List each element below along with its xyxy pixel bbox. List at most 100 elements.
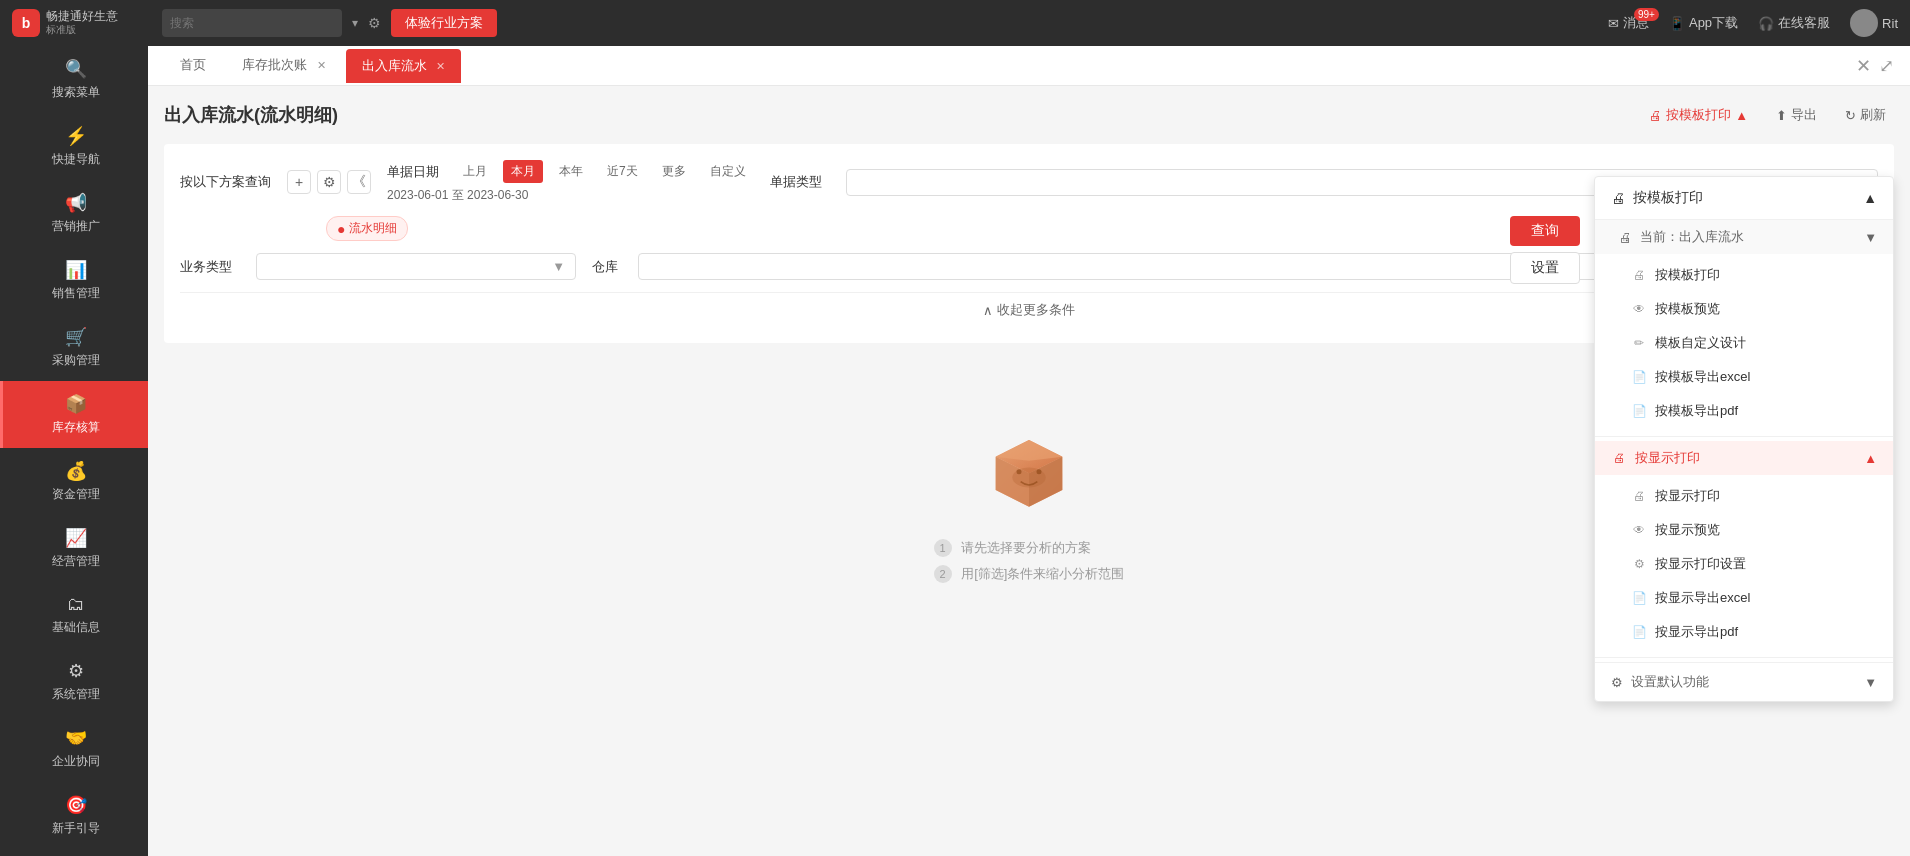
dropdown-footer-label: 设置默认功能 bbox=[1631, 673, 1709, 691]
export-btn[interactable]: ⬆ 导出 bbox=[1768, 102, 1825, 128]
industry-btn[interactable]: 体验行业方案 bbox=[391, 9, 497, 37]
dropdown-header-icon: 🖨 bbox=[1611, 190, 1625, 206]
sidebar-item-guide[interactable]: 🎯 新手引导 bbox=[0, 782, 148, 849]
app-download-icon: 📱 bbox=[1669, 16, 1685, 31]
sidebar-item-coop[interactable]: 🤝 企业协同 bbox=[0, 715, 148, 782]
date-opt-7days[interactable]: 近7天 bbox=[599, 160, 646, 183]
sidebar-item-sales[interactable]: 📊 销售管理 bbox=[0, 247, 148, 314]
search-menu-icon: 🔍 bbox=[65, 58, 87, 80]
filter-search-label: 按以下方案查询 bbox=[180, 173, 271, 191]
sidebar-item-purchase[interactable]: 🛒 采购管理 bbox=[0, 314, 148, 381]
filter-add-btn[interactable]: + bbox=[287, 170, 311, 194]
template-print-btn[interactable]: 🖨 按模板打印 ▲ bbox=[1641, 102, 1756, 128]
display-print-icon: 🖨 bbox=[1631, 488, 1647, 504]
finance-icon: 💰 bbox=[65, 460, 87, 482]
dropdown-item-display-print[interactable]: 🖨 按显示打印 bbox=[1595, 479, 1893, 513]
dropdown-sub-header-current[interactable]: 🖨 当前：出入库流水 ▼ bbox=[1595, 220, 1893, 254]
dropdown-item-template-pdf[interactable]: 📄 按模板导出pdf bbox=[1595, 394, 1893, 428]
date-opt-custom[interactable]: 自定义 bbox=[702, 160, 754, 183]
dropdown-display-section-header[interactable]: 🖨 按显示打印 ▲ bbox=[1595, 441, 1893, 475]
sidebar-item-finance[interactable]: 💰 资金管理 bbox=[0, 448, 148, 515]
query-btn[interactable]: 查询 bbox=[1510, 216, 1580, 246]
dropdown-display-section: 🖨 按显示打印 👁 按显示预览 ⚙ 按显示打印设置 📄 按显示导出excel bbox=[1595, 475, 1893, 653]
sidebar-item-marketing[interactable]: 📢 营销推广 bbox=[0, 180, 148, 247]
sidebar-item-appcenter[interactable]: 🔲 应用中心 bbox=[0, 849, 148, 856]
sidebar-item-shortcut[interactable]: ⚡ 快捷导航 bbox=[0, 113, 148, 180]
empty-tips: 1 请先选择要分析的方案 2 用[筛选]条件来缩小分析范围 bbox=[934, 535, 1125, 587]
template-preview-icon: 👁 bbox=[1631, 301, 1647, 317]
tab-close-inventory-batch[interactable]: ✕ bbox=[317, 59, 326, 71]
online-service-btn[interactable]: 🎧 在线客服 bbox=[1758, 14, 1830, 32]
dropdown-header-arrow: ▲ bbox=[1863, 190, 1877, 206]
sidebar-label-inventory: 库存核算 bbox=[52, 419, 100, 436]
topbar-right: ✉ 消息 99+ 📱 App下载 🎧 在线客服 Rit bbox=[1608, 9, 1898, 37]
dropdown-item-template-print[interactable]: 🖨 按模板打印 bbox=[1595, 258, 1893, 292]
date-label: 单据日期 bbox=[387, 163, 447, 181]
dropdown-current-label: 当前：出入库流水 bbox=[1640, 228, 1744, 246]
dropdown-panel: 🖨 按模板打印 ▲ 🖨 当前：出入库流水 ▼ bbox=[1594, 176, 1894, 702]
dropdown-footer[interactable]: ⚙ 设置默认功能 ▼ bbox=[1595, 662, 1893, 701]
settings-btn[interactable]: 设置 bbox=[1510, 252, 1580, 284]
dropdown-item-display-pdf[interactable]: 📄 按显示导出pdf bbox=[1595, 615, 1893, 649]
display-pdf-icon: 📄 bbox=[1631, 624, 1647, 640]
display-preview-icon: 👁 bbox=[1631, 522, 1647, 538]
guide-icon: 🎯 bbox=[65, 794, 87, 816]
filter-collapse-btn[interactable]: 《 bbox=[347, 170, 371, 194]
topbar-gear-icon[interactable]: ⚙ bbox=[368, 15, 381, 31]
dropdown-item-template-design[interactable]: ✏ 模板自定义设计 bbox=[1595, 326, 1893, 360]
date-opt-this-year[interactable]: 本年 bbox=[551, 160, 591, 183]
date-opt-this-month[interactable]: 本月 bbox=[503, 160, 543, 183]
sidebar: 🔍 搜索菜单 ⚡ 快捷导航 📢 营销推广 📊 销售管理 🛒 采购管理 📦 库存核… bbox=[0, 46, 148, 856]
search-input[interactable] bbox=[162, 9, 342, 37]
sidebar-label-marketing: 营销推广 bbox=[52, 218, 100, 235]
app-download-btn[interactable]: 📱 App下载 bbox=[1669, 14, 1738, 32]
user-name: Rit bbox=[1882, 16, 1898, 31]
filter-settings-btn[interactable]: ⚙ bbox=[317, 170, 341, 194]
message-btn[interactable]: ✉ 消息 99+ bbox=[1608, 14, 1649, 32]
dropdown-item-display-excel[interactable]: 📄 按显示导出excel bbox=[1595, 581, 1893, 615]
svg-point-6 bbox=[1017, 469, 1022, 474]
sidebar-item-search[interactable]: 🔍 搜索菜单 bbox=[0, 46, 148, 113]
dropdown-header[interactable]: 🖨 按模板打印 ▲ bbox=[1595, 177, 1893, 220]
filter-tag-flow[interactable]: ● 流水明细 bbox=[326, 216, 408, 241]
dropdown-item-display-settings[interactable]: ⚙ 按显示打印设置 bbox=[1595, 547, 1893, 581]
business-type-select[interactable]: ▼ bbox=[256, 253, 576, 280]
window-close-btn[interactable]: ✕ bbox=[1856, 55, 1871, 77]
refresh-icon: ↻ bbox=[1845, 108, 1856, 123]
dropdown-footer-arrow: ▼ bbox=[1864, 675, 1877, 690]
dropdown-item-template-excel[interactable]: 📄 按模板导出excel bbox=[1595, 360, 1893, 394]
tab-home[interactable]: 首页 bbox=[164, 48, 222, 84]
page-actions: 🖨 按模板打印 ▲ ⬆ 导出 ↻ 刷新 bbox=[1641, 102, 1894, 128]
logo-area: b 畅捷通好生意 标准版 bbox=[12, 9, 152, 37]
tab-close-in-out-flow[interactable]: ✕ bbox=[436, 60, 445, 72]
page-header: 出入库流水(流水明细) 🖨 按模板打印 ▲ ⬆ 导出 ↻ 刷新 bbox=[164, 102, 1894, 128]
date-opt-last-month[interactable]: 上月 bbox=[455, 160, 495, 183]
sidebar-label-system: 系统管理 bbox=[52, 686, 100, 703]
filter-tag-label: 流水明细 bbox=[349, 220, 397, 237]
window-expand-btn[interactable]: ⤢ bbox=[1879, 55, 1894, 77]
sidebar-item-system[interactable]: ⚙ 系统管理 bbox=[0, 648, 148, 715]
sidebar-label-guide: 新手引导 bbox=[52, 820, 100, 837]
sidebar-item-inventory[interactable]: 📦 库存核算 bbox=[0, 381, 148, 448]
voucher-type-label: 单据类型 bbox=[770, 173, 830, 191]
dropdown-item-template-preview[interactable]: 👁 按模板预览 bbox=[1595, 292, 1893, 326]
system-icon: ⚙ bbox=[68, 660, 84, 682]
refresh-btn[interactable]: ↻ 刷新 bbox=[1837, 102, 1894, 128]
sidebar-item-basic[interactable]: 🗂 基础信息 bbox=[0, 582, 148, 648]
tab-inventory-batch[interactable]: 库存批次账 ✕ bbox=[226, 48, 342, 84]
sidebar-label-shortcut: 快捷导航 bbox=[52, 151, 100, 168]
sidebar-item-operations[interactable]: 📈 经营管理 bbox=[0, 515, 148, 582]
tab-in-out-flow[interactable]: 出入库流水 ✕ bbox=[346, 49, 462, 83]
operations-icon: 📈 bbox=[65, 527, 87, 549]
date-opt-more[interactable]: 更多 bbox=[654, 160, 694, 183]
app-name: 畅捷通好生意 bbox=[46, 9, 118, 23]
dropdown-item-display-preview[interactable]: 👁 按显示预览 bbox=[1595, 513, 1893, 547]
page-content: 出入库流水(流水明细) 🖨 按模板打印 ▲ ⬆ 导出 ↻ 刷新 bbox=[148, 86, 1910, 856]
coop-icon: 🤝 bbox=[65, 727, 87, 749]
search-dropdown-arrow[interactable]: ▾ bbox=[352, 16, 358, 30]
dropdown-sub-arrow: ▼ bbox=[1864, 230, 1877, 245]
user-avatar[interactable]: Rit bbox=[1850, 9, 1898, 37]
dropdown-display-arrow: ▲ bbox=[1864, 451, 1877, 466]
sidebar-label-search: 搜索菜单 bbox=[52, 84, 100, 101]
online-service-icon: 🎧 bbox=[1758, 16, 1774, 31]
